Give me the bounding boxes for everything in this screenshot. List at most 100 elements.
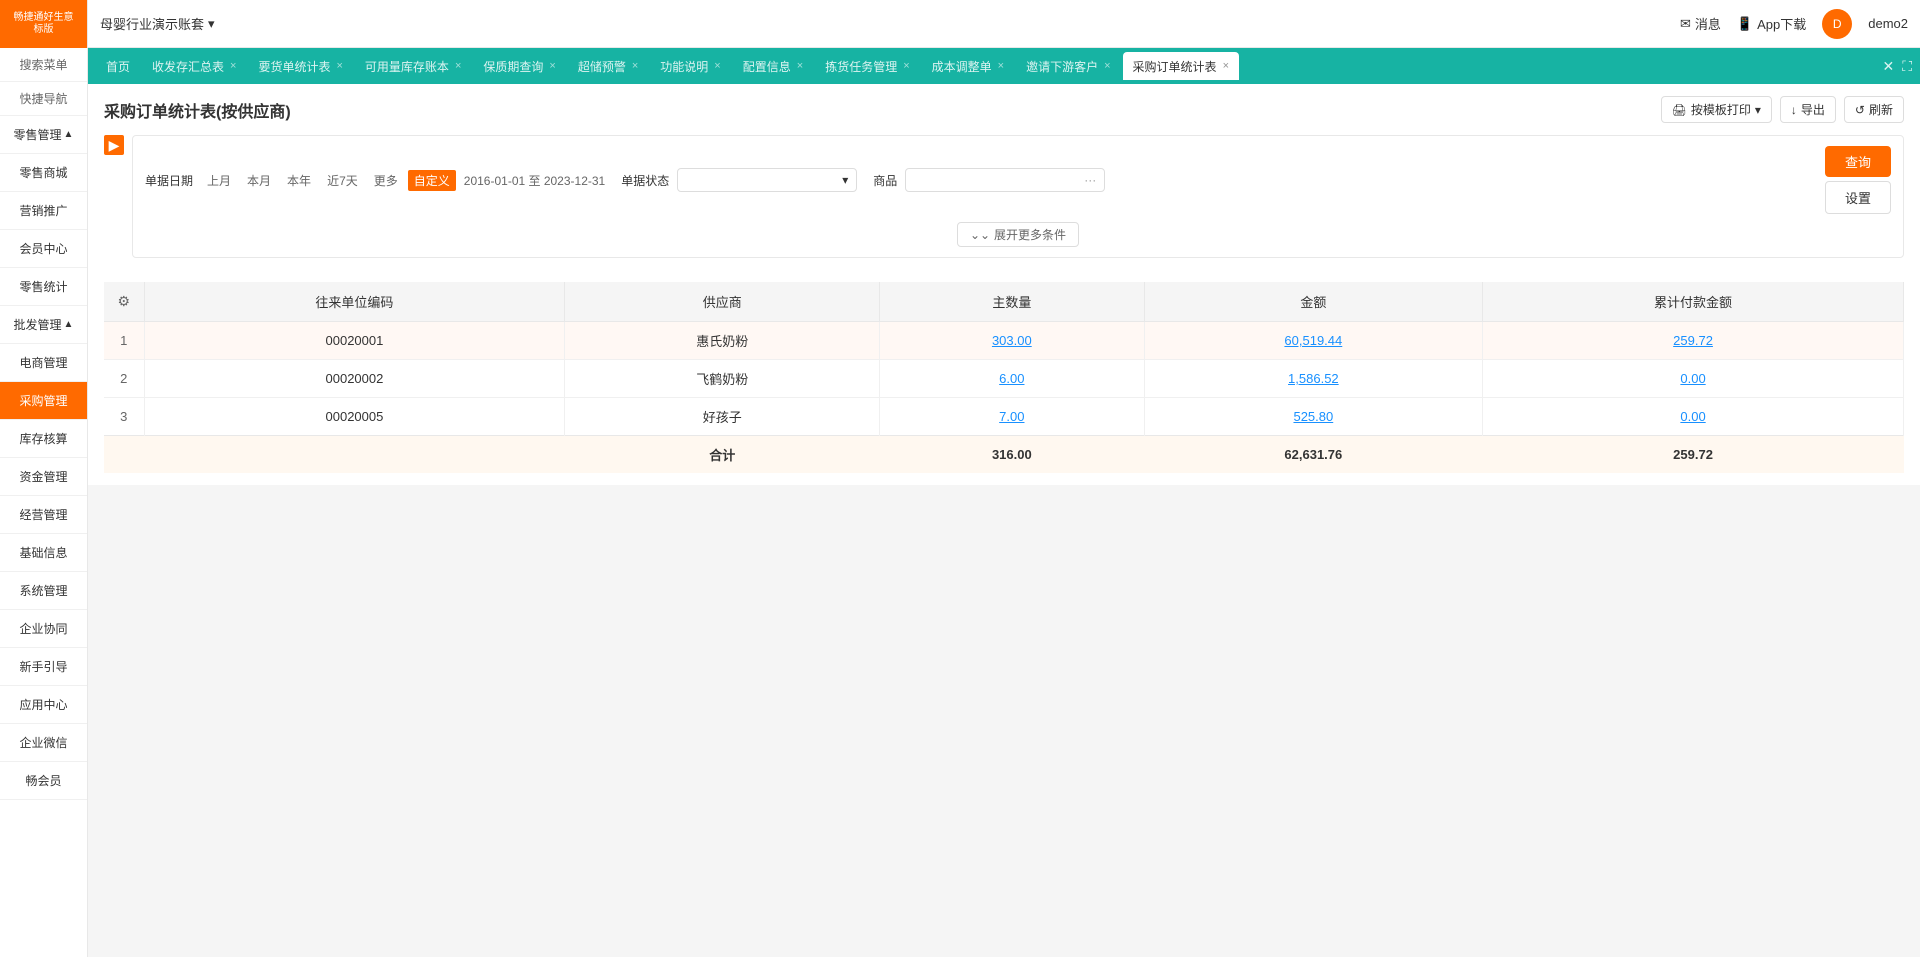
close-icon[interactable]: × [903, 60, 909, 72]
gear-icon[interactable]: ⚙ [117, 293, 130, 309]
page-title-text: 采购订单统计表(按供应商) [104, 98, 291, 122]
sidebar-item-ecommerce[interactable]: 电商管理 [0, 344, 87, 382]
sidebar-search[interactable]: 搜索菜单 [0, 48, 87, 82]
tab-invite[interactable]: 邀请下游客户 × [1016, 52, 1120, 80]
tab-order-stats[interactable]: 要货单统计表 × [248, 52, 352, 80]
sidebar-item-system[interactable]: 系统管理 [0, 572, 87, 610]
tab-expiry[interactable]: 保质期查询 × [473, 52, 565, 80]
sidebar-quick-nav[interactable]: 快捷导航 [0, 82, 87, 116]
shortcut-custom[interactable]: 自定义 [408, 170, 456, 191]
sidebar-item-retail-stats[interactable]: 零售统计 [0, 268, 87, 306]
shortcut-7days[interactable]: 近7天 [321, 170, 364, 191]
sidebar-item-enterprise-wechat[interactable]: 企业微信 [0, 724, 87, 762]
avatar[interactable]: D [1822, 9, 1852, 39]
sidebar-item-newbie[interactable]: 新手引导 [0, 648, 87, 686]
row-qty[interactable]: 6.00 [880, 360, 1145, 398]
workspace-selector[interactable]: 母婴行业演示账套 ▾ [100, 14, 215, 33]
row-amount[interactable]: 60,519.44 [1144, 322, 1482, 360]
goods-input[interactable]: ··· [905, 168, 1105, 192]
row-amount[interactable]: 525.80 [1144, 398, 1482, 436]
tab-label: 首页 [106, 58, 130, 75]
message-icon: ✉ [1680, 16, 1691, 32]
sidebar-item-member[interactable]: 会员中心 [0, 230, 87, 268]
shortcut-last-month[interactable]: 上月 [201, 170, 237, 191]
tab-func-desc[interactable]: 功能说明 × [650, 52, 730, 80]
status-filter-label: 单据状态 [621, 172, 669, 189]
refresh-button[interactable]: ↺ 刷新 [1844, 96, 1904, 123]
close-icon[interactable]: × [549, 60, 555, 72]
row-amount[interactable]: 1,586.52 [1144, 360, 1482, 398]
table-row: 3 00020005 好孩子 7.00 525.80 0.00 [104, 398, 1904, 436]
close-icon[interactable]: × [632, 60, 638, 72]
table-footer-row: 合计 316.00 62,631.76 259.72 [104, 436, 1904, 474]
shortcut-this-year[interactable]: 本年 [281, 170, 317, 191]
chevron-down-icon: ▲ [64, 129, 74, 140]
close-icon[interactable]: × [1223, 60, 1229, 72]
close-icon[interactable]: × [455, 60, 461, 72]
close-icon[interactable]: × [797, 60, 803, 72]
expand-conditions-button[interactable]: ⌄⌄ 展开更多条件 [957, 222, 1079, 247]
tab-home[interactable]: 首页 [96, 52, 140, 80]
sidebar-item-label: 新手引导 [19, 658, 67, 675]
sidebar-item-inventory[interactable]: 库存核算 [0, 420, 87, 458]
close-icon[interactable]: × [998, 60, 1004, 72]
sidebar-item-label: 企业协同 [19, 620, 67, 637]
sidebar-item-member-plus[interactable]: 畅会员 [0, 762, 87, 800]
sidebar-item-app-center[interactable]: 应用中心 [0, 686, 87, 724]
row-qty[interactable]: 7.00 [880, 398, 1145, 436]
collapse-filter-button[interactable]: ▶ [104, 135, 124, 155]
sidebar-item-operations[interactable]: 经营管理 [0, 496, 87, 534]
sidebar-item-finance[interactable]: 资金管理 [0, 458, 87, 496]
btn-template-label: 按模板打印 [1691, 101, 1751, 118]
export-button[interactable]: ↓ 导出 [1780, 96, 1836, 123]
close-icon[interactable]: × [714, 60, 720, 72]
fullscreen-icon[interactable]: ⛶ [1902, 58, 1912, 75]
tab-label: 邀请下游客户 [1026, 58, 1098, 75]
tab-receive-send[interactable]: 收发存汇总表 × [142, 52, 246, 80]
row-paid[interactable]: 0.00 [1483, 360, 1904, 398]
tab-purchase-stats[interactable]: 采购订单统计表 × [1123, 52, 1239, 80]
mobile-icon: 📱 [1737, 16, 1753, 32]
close-icon[interactable]: × [230, 60, 236, 72]
close-icon[interactable]: × [1104, 60, 1110, 72]
row-paid[interactable]: 259.72 [1483, 322, 1904, 360]
tab-available-stock[interactable]: 可用量库存账本 × [355, 52, 471, 80]
tab-pick-task[interactable]: 拣货任务管理 × [815, 52, 919, 80]
chevron-down-icon: ▲ [64, 319, 74, 330]
shortcut-this-month[interactable]: 本月 [241, 170, 277, 191]
tab-cost-adj[interactable]: 成本调整单 × [922, 52, 1014, 80]
shortcut-more[interactable]: 更多 [368, 170, 404, 191]
filter-actions: 查询 设置 [1825, 146, 1891, 214]
data-table-section: ⚙ 往来单位编码 供应商 主数量 金额 累计付款金额 1 00020001 [104, 282, 1904, 473]
sidebar-item-purchase[interactable]: 采购管理 [0, 382, 87, 420]
app-download-button[interactable]: 📱 App下载 [1737, 14, 1806, 33]
row-paid[interactable]: 0.00 [1483, 398, 1904, 436]
tab-label: 保质期查询 [483, 58, 543, 75]
date-filter-label: 单据日期 [145, 172, 193, 189]
sidebar-item-retail-mgmt[interactable]: 零售管理 ▲ [0, 116, 87, 154]
status-select[interactable]: ▾ [677, 168, 857, 192]
sidebar-item-label: 会员中心 [19, 240, 67, 257]
sidebar-item-wholesale[interactable]: 批发管理 ▲ [0, 306, 87, 344]
settings-button[interactable]: 设置 [1825, 181, 1891, 214]
sidebar-item-marketing[interactable]: 营销推广 [0, 192, 87, 230]
sidebar-item-collab[interactable]: 企业协同 [0, 610, 87, 648]
message-button[interactable]: ✉ 消息 [1680, 14, 1721, 33]
row-qty[interactable]: 303.00 [880, 322, 1145, 360]
tab-config[interactable]: 配置信息 × [733, 52, 813, 80]
close-all-tabs-icon[interactable]: ✕ [1882, 58, 1894, 75]
tab-overstock[interactable]: 超储预警 × [568, 52, 648, 80]
row-code: 00020001 [144, 322, 565, 360]
row-code: 00020002 [144, 360, 565, 398]
topbar-left: 母婴行业演示账套 ▾ [100, 14, 1680, 33]
logo-sub: 标版 [34, 24, 54, 36]
query-button[interactable]: 查询 [1825, 146, 1891, 177]
sidebar-item-retail-mall[interactable]: 零售商城 [0, 154, 87, 192]
sidebar-item-basic-info[interactable]: 基础信息 [0, 534, 87, 572]
sidebar-item-label: 采购管理 [19, 392, 67, 409]
chevron-down-icon: ▾ [842, 173, 848, 187]
page-actions: 🖨 按模板打印 ▾ ↓ 导出 ↺ 刷新 [1661, 96, 1904, 123]
template-print-button[interactable]: 🖨 按模板打印 ▾ [1661, 96, 1772, 123]
close-icon[interactable]: × [336, 60, 342, 72]
app-download-label: App下载 [1757, 14, 1806, 33]
